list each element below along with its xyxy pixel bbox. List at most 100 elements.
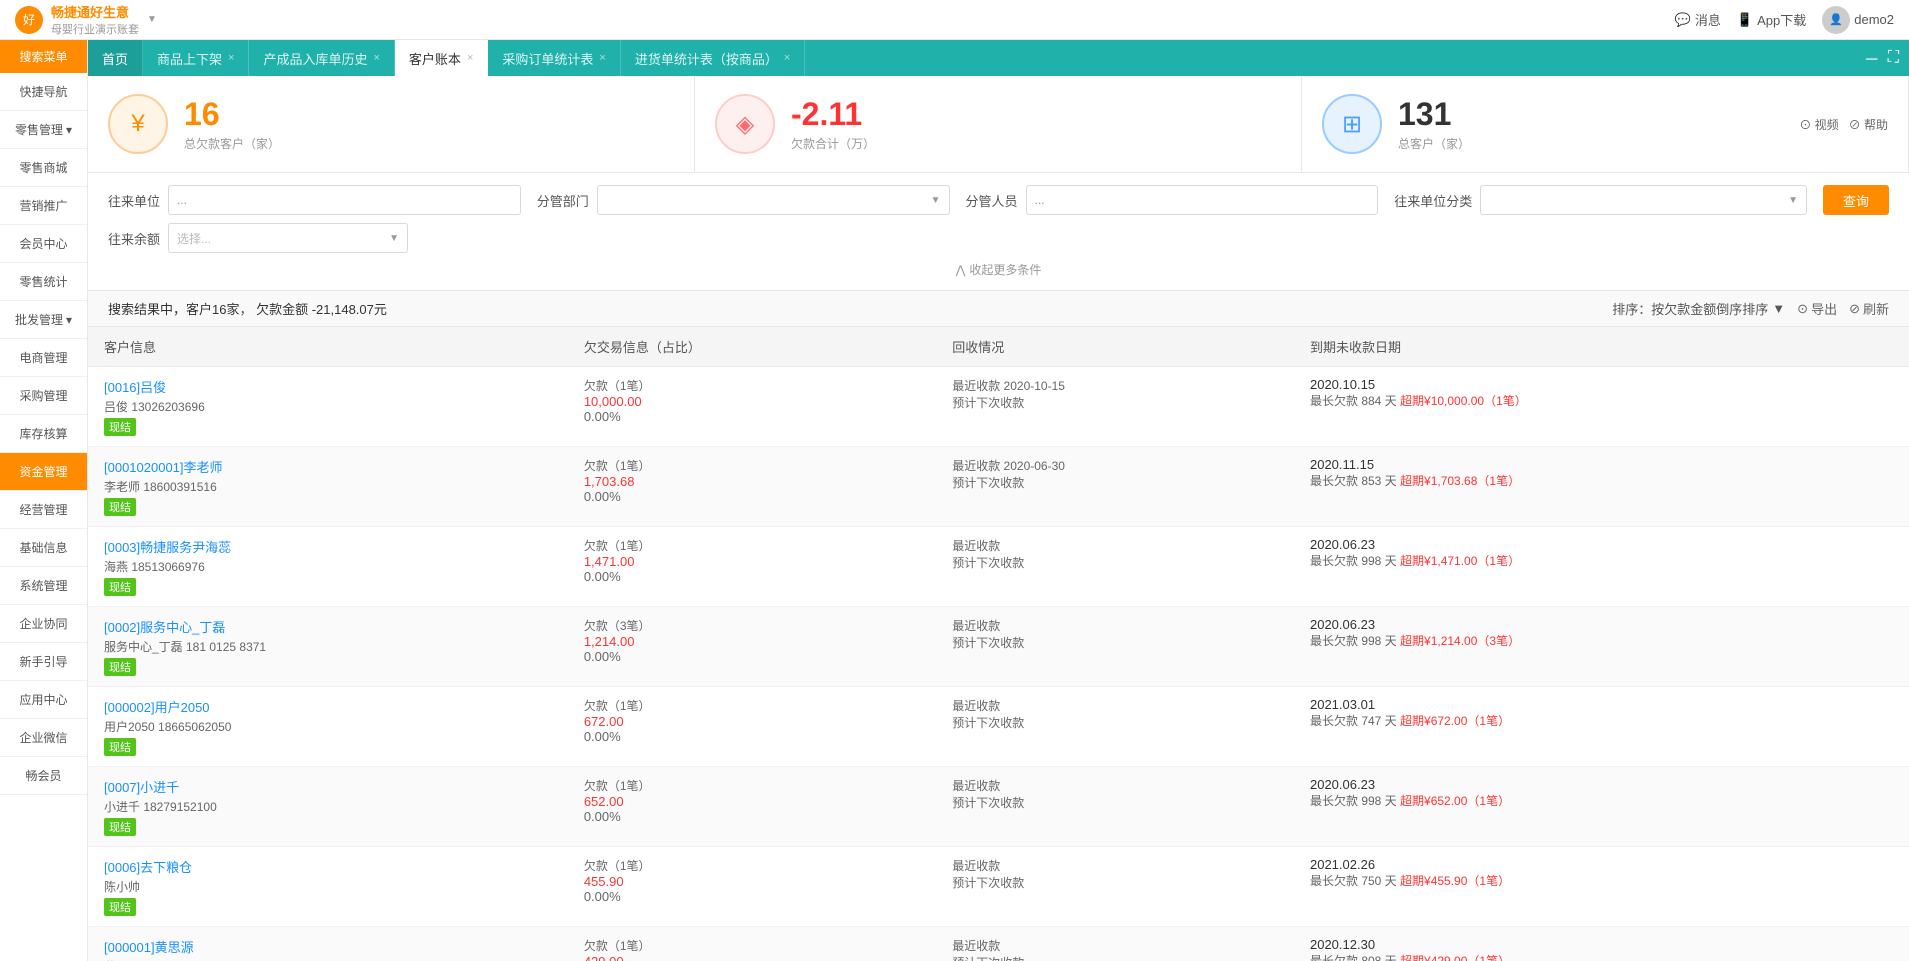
- sidebar-item-system[interactable]: 系统管理: [0, 567, 87, 605]
- user-avatar[interactable]: 👤 demo2: [1822, 6, 1894, 34]
- sidebar-item-capital[interactable]: 资金管理: [0, 453, 87, 491]
- sidebar-item-new-guide[interactable]: 新手引导: [0, 643, 87, 681]
- customer-id-link-3[interactable]: [0002]服务中心_丁磊: [104, 617, 552, 636]
- debt-amount-7: 429.00: [584, 954, 920, 961]
- unit-type-dropdown-icon: ▼: [1788, 195, 1798, 206]
- debt-percentage-1: 0.00%: [584, 489, 920, 504]
- next-collect-0: 预计下次收款: [952, 394, 1278, 411]
- tab-close-product[interactable]: ×: [228, 52, 234, 64]
- sidebar-item-basic-info[interactable]: 基础信息: [0, 529, 87, 567]
- customer-id-link-1[interactable]: [0001020001]李老师: [104, 457, 552, 476]
- overdue-link-5[interactable]: 超期¥652.00（1笔）: [1400, 794, 1510, 808]
- tab-close-goods[interactable]: ×: [784, 52, 790, 64]
- sort-button[interactable]: 排序：按欠款金额倒序排序 ▼: [1612, 299, 1785, 318]
- tab-close-history[interactable]: ×: [373, 52, 379, 64]
- tab-product-listing[interactable]: 商品上下架 ×: [143, 40, 249, 76]
- sidebar-item-member[interactable]: 会员中心: [0, 225, 87, 263]
- sidebar-item-purchase[interactable]: 采购管理: [0, 377, 87, 415]
- filter-select-balance[interactable]: 选择... ▼: [168, 223, 408, 253]
- company-dropdown-icon[interactable]: ▼: [147, 14, 157, 25]
- overdue-link-2[interactable]: 超期¥1,471.00（1笔）: [1400, 554, 1520, 568]
- customer-id-link-2[interactable]: [0003]畅捷服务尹海蕊: [104, 537, 552, 556]
- debt-amount-6: 455.90: [584, 874, 920, 889]
- stat-value-debt-customers: 16: [184, 96, 280, 133]
- td-due-date-2: 2020.06.23 最长欠款 998 天 超期¥1,471.00（1笔）: [1294, 527, 1909, 607]
- sidebar-item-business[interactable]: 经营管理: [0, 491, 87, 529]
- filter-label-dept: 分管部门: [537, 191, 589, 210]
- tab-home[interactable]: 首页: [88, 40, 143, 76]
- filter-select-dept[interactable]: ▼: [597, 185, 950, 215]
- refresh-icon: ⊘: [1849, 301, 1860, 317]
- stat-top-right-actions: ⊙ 视频 ⊘ 帮助: [1799, 116, 1888, 133]
- filter-input-unit[interactable]: ...: [168, 185, 521, 215]
- days-text-7: 最长欠款 808 天 超期¥429.00（1笔）: [1310, 952, 1893, 961]
- help-btn[interactable]: ⊘ 帮助: [1849, 116, 1888, 133]
- sidebar-item-app-center[interactable]: 应用中心: [0, 681, 87, 719]
- customer-id-link-5[interactable]: [0007]小进千: [104, 777, 552, 796]
- sidebar-item-vip-member[interactable]: 畅会员: [0, 757, 87, 795]
- overdue-link-0[interactable]: 超期¥10,000.00（1笔）: [1400, 394, 1527, 408]
- customer-tag-5: 现结: [104, 818, 136, 836]
- td-due-date-3: 2020.06.23 最长欠款 998 天 超期¥1,214.00（3笔）: [1294, 607, 1909, 687]
- due-date-2: 2020.06.23: [1310, 537, 1893, 552]
- sidebar-item-batch-mgmt[interactable]: 批发管理 ▾: [0, 301, 87, 339]
- sidebar-item-corp-coop[interactable]: 企业协同: [0, 605, 87, 643]
- video-btn[interactable]: ⊙ 视频: [1799, 116, 1838, 133]
- tabs-maximize-icon[interactable]: ⛶: [1888, 49, 1899, 67]
- sidebar-item-retail-mall[interactable]: 零售商城: [0, 149, 87, 187]
- sidebar-search[interactable]: 搜索菜单: [0, 40, 87, 73]
- tabs-right-actions: － ⛶: [1864, 46, 1909, 70]
- customer-id-link-4[interactable]: [000002]用户2050: [104, 697, 552, 716]
- tabs-minimize-icon[interactable]: －: [1864, 46, 1880, 70]
- tab-close-ledger[interactable]: ×: [467, 52, 473, 64]
- search-button[interactable]: 查询: [1823, 185, 1889, 215]
- sidebar-item-inventory[interactable]: 库存核算: [0, 415, 87, 453]
- debt-amount-4: 672.00: [584, 714, 920, 729]
- customer-id-link-0[interactable]: [0016]吕俊: [104, 377, 552, 396]
- stat-icon-diamond: ◈: [715, 94, 775, 154]
- customer-id-link-7[interactable]: [000001]黄思源: [104, 937, 552, 956]
- sidebar-item-retail-stat[interactable]: 零售统计: [0, 263, 87, 301]
- td-debt-info-6: 欠款（1笔） 455.90 0.00%: [568, 847, 936, 927]
- tab-goods-stats[interactable]: 进货单统计表（按商品） ×: [621, 40, 805, 76]
- next-collect-1: 预计下次收款: [952, 474, 1278, 491]
- td-customer-info-0: [0016]吕俊 吕俊 13026203696 现结: [88, 367, 568, 447]
- overdue-link-3[interactable]: 超期¥1,214.00（3笔）: [1400, 634, 1520, 648]
- debt-amount-5: 652.00: [584, 794, 920, 809]
- stats-row: ¥ 16 总欠款客户（家） ◈ -2.11 欠款合计（万） ⊞ 131 总客户（…: [88, 76, 1909, 173]
- refresh-btn[interactable]: ⊘ 刷新: [1849, 299, 1889, 318]
- tab-product-history[interactable]: 产成品入库单历史 ×: [249, 40, 394, 76]
- days-text-2: 最长欠款 998 天 超期¥1,471.00（1笔）: [1310, 552, 1893, 569]
- td-due-date-7: 2020.12.30 最长欠款 808 天 超期¥429.00（1笔）: [1294, 927, 1909, 961]
- collapse-row: ⋀ 收起更多条件: [108, 261, 1889, 278]
- tab-customer-ledger[interactable]: 客户账本 ×: [395, 40, 488, 76]
- sidebar-item-ecommerce[interactable]: 电商管理: [0, 339, 87, 377]
- last-collect-5: 最近收款: [952, 777, 1278, 794]
- customer-tag-2: 现结: [104, 578, 136, 596]
- export-btn[interactable]: ⊙ 导出: [1797, 299, 1837, 318]
- overdue-link-6[interactable]: 超期¥455.90（1笔）: [1400, 874, 1510, 888]
- collapse-button[interactable]: ⋀ 收起更多条件: [956, 261, 1042, 278]
- sidebar-item-marketing[interactable]: 营销推广: [0, 187, 87, 225]
- app-download-btn[interactable]: 📱 App下载: [1737, 10, 1806, 29]
- overdue-link-1[interactable]: 超期¥1,703.68（1笔）: [1400, 474, 1520, 488]
- tab-close-purchase[interactable]: ×: [599, 52, 605, 64]
- tab-purchase-stats[interactable]: 采购订单统计表 ×: [488, 40, 620, 76]
- td-recovery-0: 最近收款 2020-10-15 预计下次收款: [936, 367, 1294, 447]
- customer-tag-1: 现结: [104, 498, 136, 516]
- top-header: 好 畅捷通好生意 母婴行业演示账套 ▼ 💬 消息 📱 App下载 👤 demo2: [0, 0, 1909, 40]
- message-btn[interactable]: 💬 消息: [1675, 10, 1721, 29]
- customer-phone-2: 海燕 18513066976: [104, 558, 552, 575]
- filter-select-unit-type[interactable]: ▼: [1480, 185, 1807, 215]
- overdue-link-7[interactable]: 超期¥429.00（1笔）: [1400, 954, 1510, 961]
- sidebar-item-quick-nav[interactable]: 快捷导航: [0, 73, 87, 111]
- overdue-link-4[interactable]: 超期¥672.00（1笔）: [1400, 714, 1510, 728]
- sidebar-item-retail-mgmt[interactable]: 零售管理 ▾: [0, 111, 87, 149]
- customer-id-link-6[interactable]: [0006]去下粮仓: [104, 857, 552, 876]
- td-recovery-2: 最近收款 预计下次收款: [936, 527, 1294, 607]
- filter-input-person[interactable]: ...: [1026, 185, 1379, 215]
- td-customer-info-3: [0002]服务中心_丁磊 服务中心_丁磊 181 0125 8371 现结: [88, 607, 568, 687]
- last-collect-7: 最近收款: [952, 937, 1278, 954]
- due-date-7: 2020.12.30: [1310, 937, 1893, 952]
- sidebar-item-corp-wx[interactable]: 企业微信: [0, 719, 87, 757]
